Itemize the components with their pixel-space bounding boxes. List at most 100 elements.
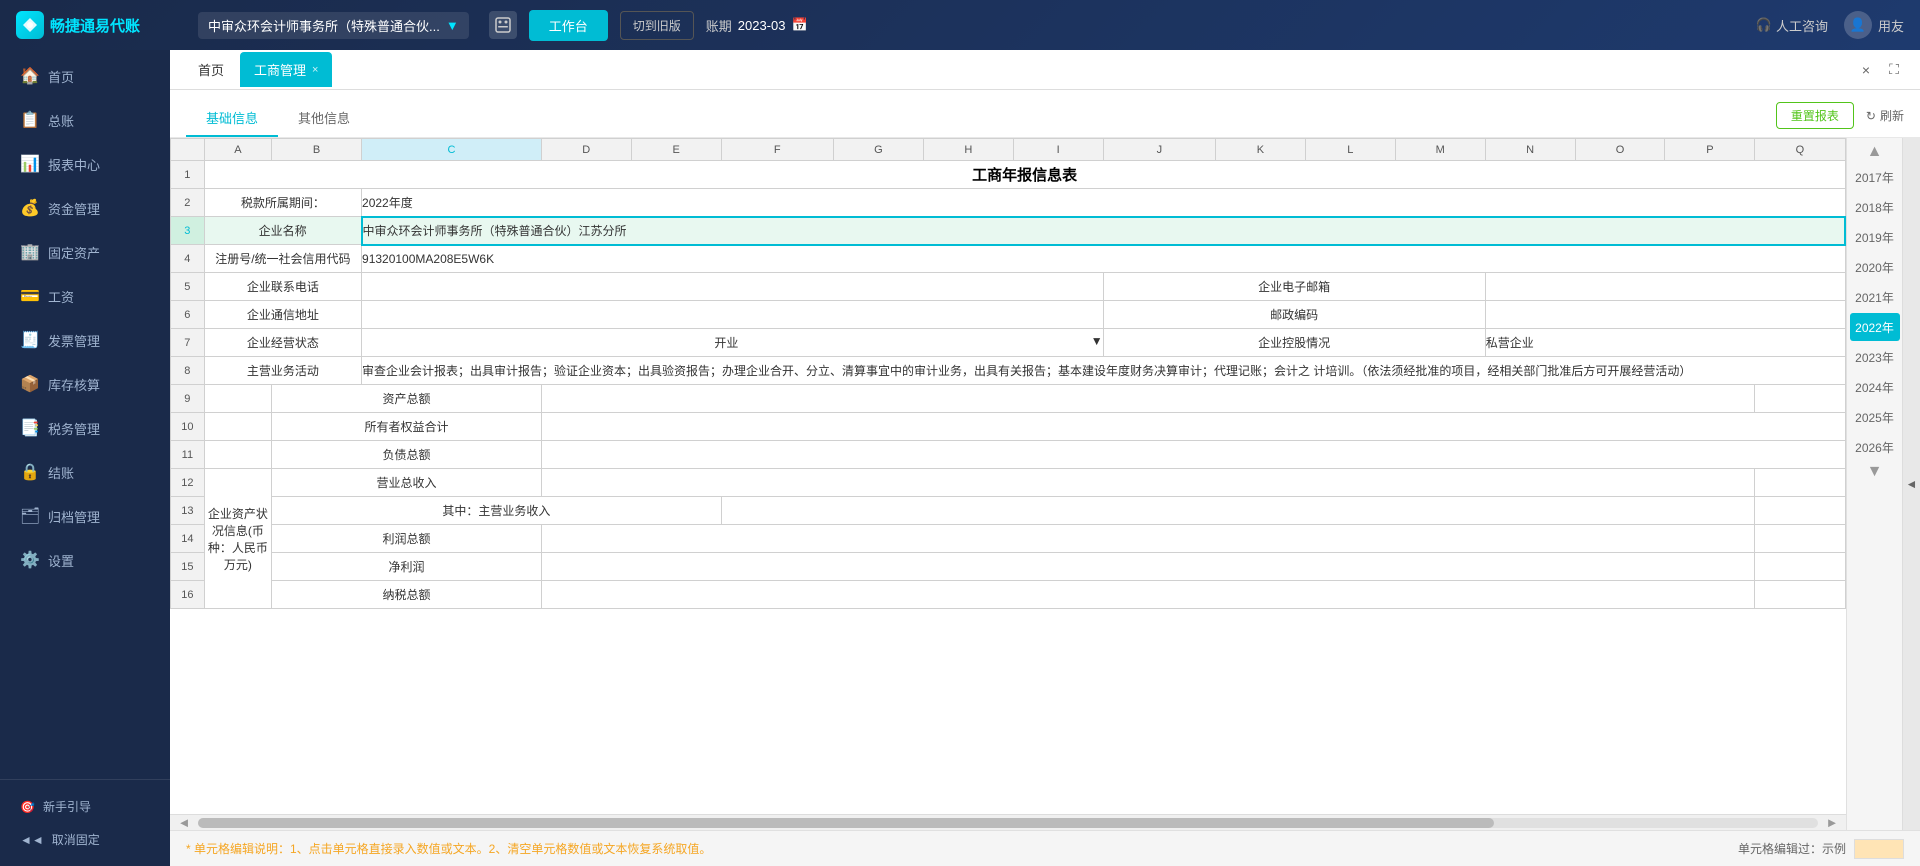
- report-icon: 📊: [20, 154, 38, 174]
- sidebar-item-tax[interactable]: 📑 税务管理: [0, 406, 170, 450]
- workbench-button[interactable]: 工作台: [529, 10, 608, 41]
- col-header-i[interactable]: I: [1013, 139, 1103, 161]
- cell-address-value[interactable]: [362, 301, 1104, 329]
- help-button[interactable]: 🎧 人工咨询: [1756, 16, 1828, 35]
- sidebar-item-report[interactable]: 📊 报表中心: [0, 142, 170, 186]
- reset-report-button[interactable]: 重置报表: [1776, 102, 1854, 129]
- invoice-icon: 🧾: [20, 330, 38, 350]
- col-header-d[interactable]: D: [541, 139, 631, 161]
- cell-postal-value[interactable]: [1485, 301, 1845, 329]
- tab-gongshang[interactable]: 工商管理 ×: [240, 52, 332, 87]
- year-item-2022[interactable]: 2022年: [1850, 313, 1900, 341]
- col-header-m[interactable]: M: [1395, 139, 1485, 161]
- sub-tab-other[interactable]: 其他信息: [278, 100, 370, 137]
- cell-control-value[interactable]: 私营企业: [1485, 329, 1845, 357]
- cell-email-value[interactable]: [1485, 273, 1845, 301]
- user-avatar-icon: 👤: [1844, 11, 1872, 39]
- col-header-q[interactable]: Q: [1755, 139, 1845, 161]
- sidebar-item-fund[interactable]: 💰 资金管理: [0, 186, 170, 230]
- close-panel-icon[interactable]: ×: [1856, 60, 1876, 80]
- tab-home[interactable]: 首页: [186, 52, 236, 87]
- cell-equity-value[interactable]: [541, 413, 1845, 441]
- sidebar-item-inventory[interactable]: 📦 库存核算: [0, 362, 170, 406]
- company-selector[interactable]: 中审众环会计师事务所（特殊普通合伙... ▼: [198, 12, 469, 39]
- cell-main-revenue-label: 其中：主营业务收入: [272, 497, 721, 525]
- cell-net-profit-value[interactable]: [541, 553, 1755, 581]
- sidebar-item-guide[interactable]: 🎯 新手引导: [0, 790, 170, 823]
- sub-tab-basic[interactable]: 基础信息: [186, 100, 278, 137]
- col-header-k[interactable]: K: [1216, 139, 1306, 161]
- cell-phone-value[interactable]: [362, 273, 1104, 301]
- col-header-p[interactable]: P: [1665, 139, 1755, 161]
- cell-debt-value[interactable]: [541, 441, 1845, 469]
- sidebar-item-settings[interactable]: ⚙️ 设置: [0, 538, 170, 582]
- sidebar-item-home[interactable]: 🏠 首页: [0, 54, 170, 98]
- scrollbar-thumb: [198, 818, 1494, 828]
- period-area: 账期 2023-03 📅: [706, 16, 808, 35]
- window-controls-area: × ⛶: [1856, 60, 1904, 80]
- col-header-f[interactable]: F: [721, 139, 833, 161]
- sidebar-item-unpin[interactable]: ◄◄ 取消固定: [0, 823, 170, 856]
- sidebar-item-salary[interactable]: 💳 工资: [0, 274, 170, 318]
- cell-period-value[interactable]: 2022年度: [362, 189, 1845, 217]
- sidebar-item-ledger[interactable]: 📋 总账: [0, 98, 170, 142]
- cell-15-end: [1755, 553, 1845, 581]
- cell-regnum-value[interactable]: 91320100MA208E5W6K: [362, 245, 1845, 273]
- cell-assets-value[interactable]: [541, 385, 1755, 413]
- content-area: 首页 工商管理 × × ⛶ 基础信息 其他信息: [170, 50, 1920, 866]
- year-nav-down[interactable]: ▼: [1857, 462, 1893, 482]
- col-header-h[interactable]: H: [923, 139, 1013, 161]
- year-item-2026[interactable]: 2026年: [1850, 433, 1900, 461]
- sidebar-item-archive[interactable]: 🗂 归档管理: [0, 494, 170, 538]
- col-header-c[interactable]: C: [362, 139, 542, 161]
- sidebar-item-close[interactable]: 🔒 结账: [0, 450, 170, 494]
- year-nav-up[interactable]: ▲: [1857, 142, 1893, 162]
- year-sidebar: ▲ 2017年 2018年 2019年 2020年 2021年 2022年 20…: [1846, 138, 1902, 830]
- col-header-g[interactable]: G: [833, 139, 923, 161]
- scroll-right-btn[interactable]: ►: [1822, 816, 1842, 830]
- logo-text: 畅捷通易代账: [50, 15, 140, 36]
- year-item-2025[interactable]: 2025年: [1850, 403, 1900, 431]
- col-header-l[interactable]: L: [1305, 139, 1395, 161]
- sidebar-item-assets[interactable]: 🏢 固定资产: [0, 230, 170, 274]
- tab-close-icon[interactable]: ×: [312, 64, 318, 76]
- cell-email-label: 企业电子邮箱: [1103, 273, 1485, 301]
- edit-sample-area: 单元格编辑过：示例: [1738, 839, 1904, 859]
- year-item-2017[interactable]: 2017年: [1850, 163, 1900, 191]
- year-item-2021[interactable]: 2021年: [1850, 283, 1900, 311]
- col-header-b[interactable]: B: [272, 139, 362, 161]
- cell-title[interactable]: 工商年报信息表: [204, 161, 1845, 189]
- edit-label: 单元格编辑过：示例: [1738, 840, 1846, 857]
- collapse-sidebar-btn[interactable]: ◄: [1902, 138, 1920, 830]
- user-area[interactable]: 👤 用友: [1844, 11, 1904, 39]
- expand-panel-icon[interactable]: ⛶: [1884, 60, 1904, 80]
- year-item-2018[interactable]: 2018年: [1850, 193, 1900, 221]
- calendar-icon[interactable]: 📅: [791, 17, 807, 33]
- year-item-2019[interactable]: 2019年: [1850, 223, 1900, 251]
- cell-business-value[interactable]: 审查企业会计报表；出具审计报告；验证企业资本；出具验资报告；办理企业合开、分立、…: [362, 357, 1845, 385]
- sidebar-item-invoice[interactable]: 🧾 发票管理: [0, 318, 170, 362]
- year-item-2020[interactable]: 2020年: [1850, 253, 1900, 281]
- cell-main-revenue-value[interactable]: [721, 497, 1755, 525]
- cell-14-end: [1755, 525, 1845, 553]
- row-num-2: 2: [171, 189, 205, 217]
- col-header-n[interactable]: N: [1485, 139, 1575, 161]
- col-header-j[interactable]: J: [1103, 139, 1215, 161]
- col-header-a[interactable]: A: [204, 139, 271, 161]
- scroll-left-btn[interactable]: ◄: [174, 816, 194, 830]
- year-item-2023[interactable]: 2023年: [1850, 343, 1900, 371]
- old-version-button[interactable]: 切到旧版: [620, 11, 694, 40]
- cell-revenue-value[interactable]: [541, 469, 1755, 497]
- year-item-2024[interactable]: 2024年: [1850, 373, 1900, 401]
- cell-tax-value[interactable]: [541, 581, 1755, 609]
- refresh-button[interactable]: ↻ 刷新: [1866, 107, 1904, 124]
- cell-status-value[interactable]: 开业 ▼: [362, 329, 1104, 357]
- col-header-o[interactable]: O: [1575, 139, 1665, 161]
- spreadsheet-container: A B C D E F G H I J: [170, 138, 1920, 830]
- company-icon-btn[interactable]: [489, 11, 517, 39]
- spreadsheet-main[interactable]: A B C D E F G H I J: [170, 138, 1846, 814]
- col-header-e[interactable]: E: [631, 139, 721, 161]
- cell-profit-value[interactable]: [541, 525, 1755, 553]
- horizontal-scrollbar[interactable]: ◄ ►: [170, 814, 1846, 830]
- cell-company-value[interactable]: 中审众环会计师事务所（特殊普通合伙）江苏分所: [362, 217, 1845, 245]
